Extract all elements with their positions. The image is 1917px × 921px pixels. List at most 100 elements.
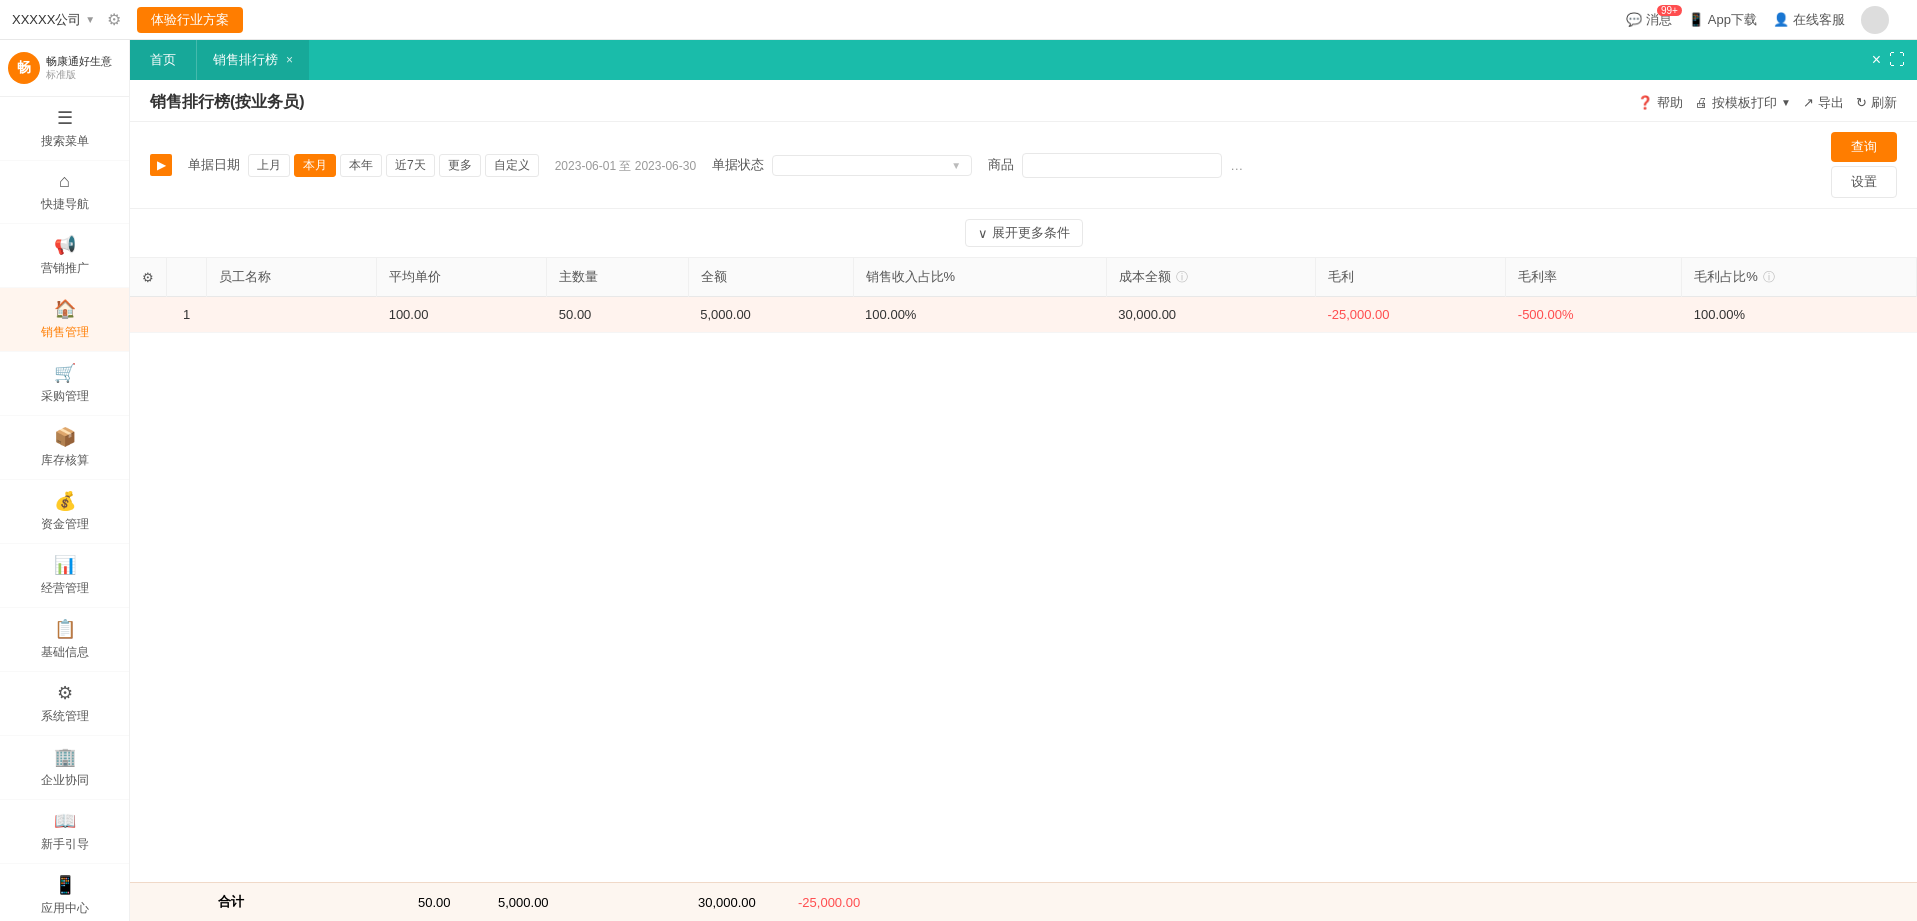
app-download-btn[interactable]: 📱 App下载 [1688, 11, 1757, 29]
sidebar-item-enterprise[interactable]: 🏢 企业协同 [0, 736, 129, 800]
tab-sales-ranking[interactable]: 销售排行榜 × [196, 40, 309, 80]
goods-input[interactable] [1022, 153, 1222, 178]
sidebar-item-finance[interactable]: 💰 资金管理 [0, 480, 129, 544]
sidebar-item-system[interactable]: ⚙ 系统管理 [0, 672, 129, 736]
sidebar-item-apps[interactable]: 📱 应用中心 [0, 864, 129, 921]
help-btn[interactable]: ❓ 帮助 [1637, 94, 1683, 112]
sidebar-item-guide[interactable]: 📖 新手引导 [0, 800, 129, 864]
company-name: XXXXX公司 [12, 11, 81, 29]
settings-col-icon[interactable]: ⚙ [142, 270, 154, 285]
date-btn-last-month[interactable]: 上月 [248, 154, 290, 177]
logo-text-block: 畅康通好生意 标准版 [46, 54, 112, 82]
table-container: ⚙ 员工名称 平均单价 主数量 全额 销售收入占比% 成本全额 ⓘ [130, 258, 1917, 882]
export-btn[interactable]: ↗ 导出 [1803, 94, 1844, 112]
sidebar-item-purchase[interactable]: 🛒 采购管理 [0, 352, 129, 416]
date-btn-this-month[interactable]: 本月 [294, 154, 336, 177]
online-service-btn[interactable]: 👤 在线客服 [1773, 11, 1845, 29]
message-btn[interactable]: 💬 消息 99+ [1626, 11, 1672, 29]
cell-sales-pct: 100.00% [853, 297, 1106, 333]
sidebar-item-inventory[interactable]: 📦 库存核算 [0, 416, 129, 480]
goods-more-icon[interactable]: … [1230, 158, 1243, 173]
app-label: App下载 [1708, 11, 1757, 29]
date-range-text: 2023-06-01 至 2023-06-30 [555, 158, 696, 175]
logo-icon: 畅 [8, 52, 40, 84]
date-btn-last7[interactable]: 近7天 [386, 154, 435, 177]
guide-icon: 📖 [54, 810, 76, 832]
sidebar-item-search[interactable]: ☰ 搜索菜单 [0, 97, 129, 161]
app-icon: 📱 [1688, 12, 1704, 27]
page-header: 销售排行榜(按业务员) ❓ 帮助 🖨 按模板打印 ▼ ↗ 导出 [130, 80, 1917, 122]
tab-bar: 首页 销售排行榜 × × ⛶ [130, 40, 1917, 80]
trial-button[interactable]: 体验行业方案 [137, 7, 243, 33]
col-amount: 全额 [688, 258, 853, 297]
col-quantity: 主数量 [547, 258, 688, 297]
date-btn-more[interactable]: 更多 [439, 154, 481, 177]
logo-text: 畅康通好生意 [46, 54, 112, 68]
filter-toggle-btn[interactable]: ▶ [150, 154, 172, 176]
tab-home-label: 首页 [150, 51, 176, 69]
expand-label: 展开更多条件 [992, 224, 1070, 242]
print-icon: 🖨 [1695, 95, 1708, 110]
help-icon: ❓ [1637, 95, 1653, 110]
cell-avg-price: 100.00 [377, 297, 547, 333]
message-badge: 99+ [1657, 5, 1682, 16]
col-settings: ⚙ [130, 258, 167, 297]
expand-more-btn[interactable]: ∨ 展开更多条件 [965, 219, 1083, 247]
sidebar-label-sales: 销售管理 [41, 324, 89, 341]
sidebar-item-operation[interactable]: 📊 经营管理 [0, 544, 129, 608]
sidebar-label-enterprise: 企业协同 [41, 772, 89, 789]
col-rank [167, 258, 207, 297]
refresh-icon: ↻ [1856, 95, 1867, 110]
table-header-row: ⚙ 员工名称 平均单价 主数量 全额 销售收入占比% 成本全额 ⓘ [130, 258, 1917, 297]
company-selector[interactable]: XXXXX公司 ▼ [12, 11, 95, 29]
content-area: 首页 销售排行榜 × × ⛶ 销售排行榜(按业务员) ❓ 帮助 [130, 40, 1917, 921]
enterprise-icon: 🏢 [54, 746, 76, 768]
refresh-btn[interactable]: ↻ 刷新 [1856, 94, 1897, 112]
sidebar-item-sales[interactable]: 🏠 销售管理 [0, 288, 129, 352]
table-footer: 合计 50.00 5,000.00 30,000.00 -25,000.00 [130, 882, 1917, 921]
settings-button[interactable]: 设置 [1831, 166, 1897, 198]
main-layout: 畅 畅康通好生意 标准版 ☰ 搜索菜单 ⌂ 快捷导航 📢 营销推广 🏠 销售管理… [0, 40, 1917, 921]
status-select[interactable]: ▼ [772, 155, 972, 176]
sidebar-label-inventory: 库存核算 [41, 452, 89, 469]
footer-cost: 30,000.00 [698, 895, 798, 910]
sidebar-item-shortcut[interactable]: ⌂ 快捷导航 [0, 161, 129, 224]
tab-home[interactable]: 首页 [130, 40, 196, 80]
finance-icon: 💰 [54, 490, 76, 512]
cell-profit-pct: 100.00% [1682, 297, 1917, 333]
sidebar-label-marketing: 营销推广 [41, 260, 89, 277]
footer-amount: 5,000.00 [498, 895, 598, 910]
footer-label: 合计 [218, 893, 338, 911]
tab-close-icon[interactable]: × [286, 53, 293, 67]
sidebar-label-basic: 基础信息 [41, 644, 89, 661]
sidebar-label-shortcut: 快捷导航 [41, 196, 89, 213]
filter-action-buttons: 查询 设置 [1831, 132, 1897, 198]
service-icon: 👤 [1773, 12, 1789, 27]
message-icon: 💬 [1626, 12, 1642, 27]
tab-bar-right: × ⛶ [1860, 40, 1917, 80]
sidebar: 畅 畅康通好生意 标准版 ☰ 搜索菜单 ⌂ 快捷导航 📢 营销推广 🏠 销售管理… [0, 40, 130, 921]
topbar-right: 💬 消息 99+ 📱 App下载 👤 在线客服 [1626, 6, 1905, 34]
sidebar-item-basic[interactable]: 📋 基础信息 [0, 608, 129, 672]
date-btn-this-year[interactable]: 本年 [340, 154, 382, 177]
avatar[interactable] [1861, 6, 1889, 34]
page-title: 销售排行榜(按业务员) [150, 92, 305, 113]
date-filter-group: 单据日期 上月 本月 本年 近7天 更多 自定义 [188, 154, 539, 177]
expand-chevron-icon: ∨ [978, 226, 988, 241]
footer-quantity: 50.00 [418, 895, 498, 910]
print-btn[interactable]: 🖨 按模板打印 ▼ [1695, 94, 1791, 112]
sidebar-label-operation: 经营管理 [41, 580, 89, 597]
company-chevron-icon: ▼ [85, 14, 95, 25]
topbar-settings-icon[interactable]: ⚙ [107, 10, 121, 29]
sidebar-item-marketing[interactable]: 📢 营销推广 [0, 224, 129, 288]
cell-name [207, 297, 377, 333]
tab-max-btn[interactable]: ⛶ [1889, 51, 1905, 69]
shortcut-icon: ⌂ [59, 171, 70, 192]
topbar: XXXXX公司 ▼ ⚙ 体验行业方案 💬 消息 99+ 📱 App下载 👤 在线… [0, 0, 1917, 40]
cell-amount: 5,000.00 [688, 297, 853, 333]
query-button[interactable]: 查询 [1831, 132, 1897, 162]
sidebar-label-finance: 资金管理 [41, 516, 89, 533]
print-chevron-icon: ▼ [1781, 97, 1791, 108]
tab-close-btn[interactable]: × [1872, 51, 1881, 69]
date-btn-custom[interactable]: 自定义 [485, 154, 539, 177]
